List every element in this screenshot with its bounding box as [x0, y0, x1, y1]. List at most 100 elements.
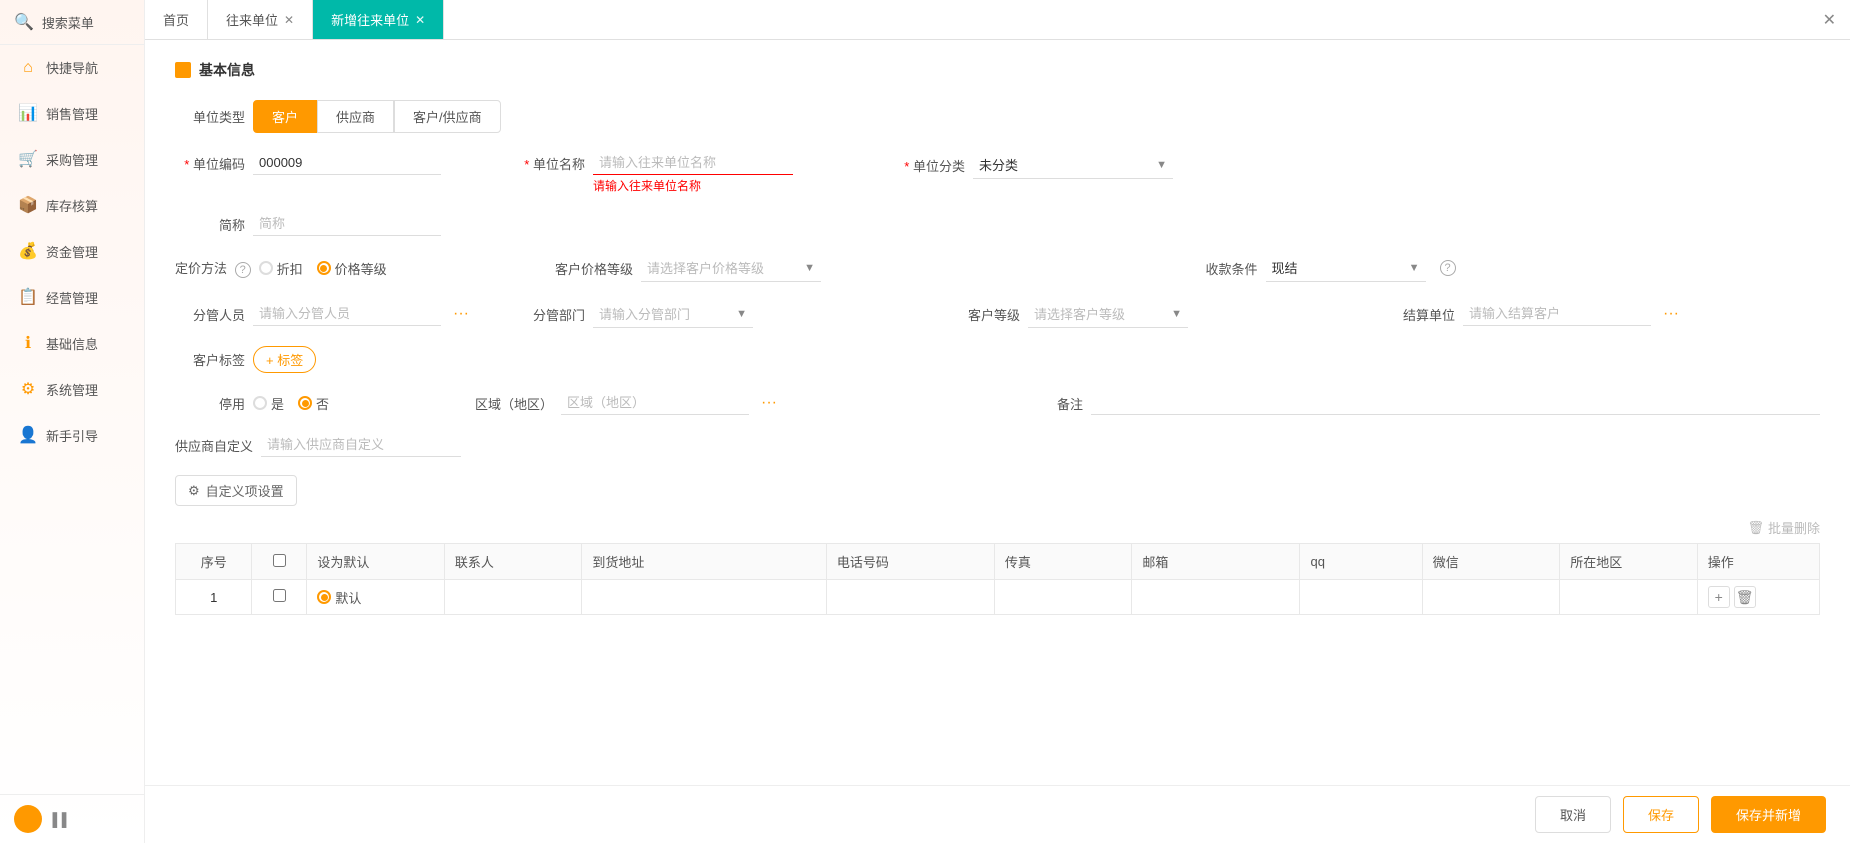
save-and-new-button[interactable]: 保存并新增: [1711, 796, 1826, 833]
customer-price-level-placeholder: 请选择客户价格等级: [647, 258, 764, 277]
unit-code-input[interactable]: [253, 151, 441, 175]
table-row: 1 默认: [176, 580, 1820, 615]
manager-more-btn[interactable]: ···: [449, 305, 473, 323]
close-all-tabs-button[interactable]: ✕: [1809, 10, 1850, 30]
row-checkbox[interactable]: [273, 589, 286, 602]
sidebar-item-quick-nav[interactable]: ⌂ 快捷导航: [0, 45, 144, 90]
cell-checkbox: [252, 580, 307, 615]
default-radio[interactable]: 默认: [317, 588, 434, 607]
unit-type-group: 客户 供应商 客户/供应商: [253, 100, 501, 133]
settlement-unit-label: 结算单位: [1385, 305, 1455, 324]
manager-field: 分管人员 ···: [175, 302, 515, 326]
short-name-input[interactable]: [253, 212, 441, 236]
save-button[interactable]: 保存: [1623, 796, 1699, 833]
customer-price-level-field: 客户价格等级 请选择客户价格等级 ▼: [555, 254, 1188, 282]
department-field: 分管部门 请输入分管部门 ▼: [515, 300, 950, 328]
sidebar-search-label: 搜索菜单: [42, 13, 94, 32]
disabled-no-radio[interactable]: 否: [298, 394, 329, 413]
payment-terms-value: 现结: [1272, 258, 1298, 277]
disabled-yes-radio[interactable]: 是: [253, 394, 284, 413]
pricing-discount-radio[interactable]: 折扣: [259, 259, 303, 278]
section-header: 基本信息: [175, 60, 1820, 80]
col-action: 操作: [1697, 544, 1819, 580]
finance-icon: 💰: [18, 241, 38, 261]
unit-type-both-btn[interactable]: 客户/供应商: [394, 100, 501, 133]
default-label: 默认: [335, 588, 361, 607]
customer-level-placeholder: 请选择客户等级: [1034, 304, 1125, 323]
sidebar-item-purchase[interactable]: 🛒 采购管理: [0, 136, 144, 182]
add-row-button[interactable]: +: [1708, 586, 1730, 608]
pricing-method-label: 定价方法 ?: [175, 258, 251, 278]
tab-new-partner-close[interactable]: ✕: [415, 13, 425, 27]
sidebar-item-operations[interactable]: 📋 经营管理: [0, 274, 144, 320]
department-select[interactable]: 请输入分管部门 ▼: [593, 300, 753, 328]
region-input[interactable]: [561, 391, 749, 415]
customer-level-select[interactable]: 请选择客户等级 ▼: [1028, 300, 1188, 328]
payment-terms-select[interactable]: 现结 ▼: [1266, 254, 1426, 282]
unit-name-error: 请输入往来单位名称: [593, 179, 701, 193]
manager-input[interactable]: [253, 302, 441, 326]
col-fax: 传真: [994, 544, 1132, 580]
payment-terms-help-icon[interactable]: ?: [1440, 260, 1456, 276]
remark-input[interactable]: [1091, 391, 1820, 415]
tab-home[interactable]: 首页: [145, 0, 208, 39]
unit-name-field: * 单位名称 请输入往来单位名称: [515, 151, 895, 194]
unit-type-label: 单位类型: [175, 107, 245, 126]
region-more-btn[interactable]: ···: [757, 394, 781, 412]
sidebar-item-basic-info[interactable]: ℹ 基础信息: [0, 320, 144, 366]
unit-category-value: 未分类: [979, 155, 1018, 174]
select-all-checkbox[interactable]: [273, 554, 286, 567]
cell-wechat: [1422, 580, 1560, 615]
sidebar-item-sales[interactable]: 📊 销售管理: [0, 90, 144, 136]
unit-name-input[interactable]: [593, 151, 793, 175]
chevron-down-icon: ▼: [1156, 159, 1167, 171]
unit-type-row: 单位类型 客户 供应商 客户/供应商: [175, 100, 1820, 133]
sidebar-item-system[interactable]: ⚙ 系统管理: [0, 366, 144, 412]
supplier-custom-input[interactable]: [261, 433, 461, 457]
pricing-row: 定价方法 ? 折扣 价格等级 客户价格等级: [175, 254, 1820, 282]
customer-level-field: 客户等级 请选择客户等级 ▼: [950, 300, 1385, 328]
discount-radio-circle: [259, 261, 273, 275]
newbie-icon: 👤: [18, 425, 38, 445]
remark-field: 备注: [1013, 391, 1820, 415]
settlement-unit-input[interactable]: [1463, 302, 1651, 326]
customer-price-level-select[interactable]: 请选择客户价格等级 ▼: [641, 254, 821, 282]
tab-partner-list[interactable]: 往来单位 ✕: [208, 0, 313, 39]
contact-table: 序号 设为默认 联系人 到货地址 电话号码 传真 邮箱 qq 微信 所在地区: [175, 543, 1820, 615]
unit-category-select[interactable]: 未分类 ▼: [973, 151, 1173, 179]
add-tag-button[interactable]: + 标签: [253, 346, 316, 373]
settlement-unit-field: 结算单位 ···: [1385, 302, 1820, 326]
batch-delete-label[interactable]: 批量删除: [1768, 518, 1820, 537]
inventory-icon: 📦: [18, 195, 38, 215]
settlement-unit-more-btn[interactable]: ···: [1659, 305, 1683, 323]
sidebar-item-finance[interactable]: 💰 资金管理: [0, 228, 144, 274]
short-name-row: 简称: [175, 212, 1820, 236]
code-name-category-row: * 单位编码 * 单位名称 请输入往来单位名称 * 单位分类: [175, 151, 1820, 194]
unit-type-customer-btn[interactable]: 客户: [253, 100, 317, 133]
pricing-method-help-icon[interactable]: ?: [235, 262, 251, 278]
price-level-radio-circle: [317, 261, 331, 275]
cancel-button[interactable]: 取消: [1535, 796, 1611, 833]
col-email: 邮箱: [1132, 544, 1300, 580]
sidebar-item-inventory[interactable]: 📦 库存核算: [0, 182, 144, 228]
unit-type-supplier-btn[interactable]: 供应商: [317, 100, 394, 133]
tab-partner-list-close[interactable]: ✕: [284, 13, 294, 27]
col-seq: 序号: [176, 544, 252, 580]
customer-level-label: 客户等级: [950, 305, 1020, 324]
operations-icon: 📋: [18, 287, 38, 307]
disabled-region-row: 停用 是 否 区域（地区） ···: [175, 391, 1820, 415]
tab-new-partner[interactable]: 新增往来单位 ✕: [313, 0, 444, 39]
sidebar-item-label: 资金管理: [46, 242, 98, 261]
cell-action: + 🗑: [1697, 580, 1819, 615]
delete-row-button[interactable]: 🗑: [1734, 586, 1756, 608]
chevron-down-icon: ▼: [804, 262, 815, 274]
sidebar-search[interactable]: 🔍 搜索菜单: [0, 0, 144, 45]
sidebar-item-newbie[interactable]: 👤 新手引导: [0, 412, 144, 458]
cell-default: 默认: [307, 580, 445, 615]
pricing-method-field: 定价方法 ? 折扣 价格等级: [175, 258, 555, 278]
custom-settings-button[interactable]: ⚙ 自定义项设置: [175, 475, 297, 506]
batch-delete-icon: 🗑: [1747, 520, 1764, 536]
region-field: 区域（地区） ···: [475, 391, 1013, 415]
sidebar-item-label: 库存核算: [46, 196, 98, 215]
pricing-level-radio[interactable]: 价格等级: [317, 259, 387, 278]
